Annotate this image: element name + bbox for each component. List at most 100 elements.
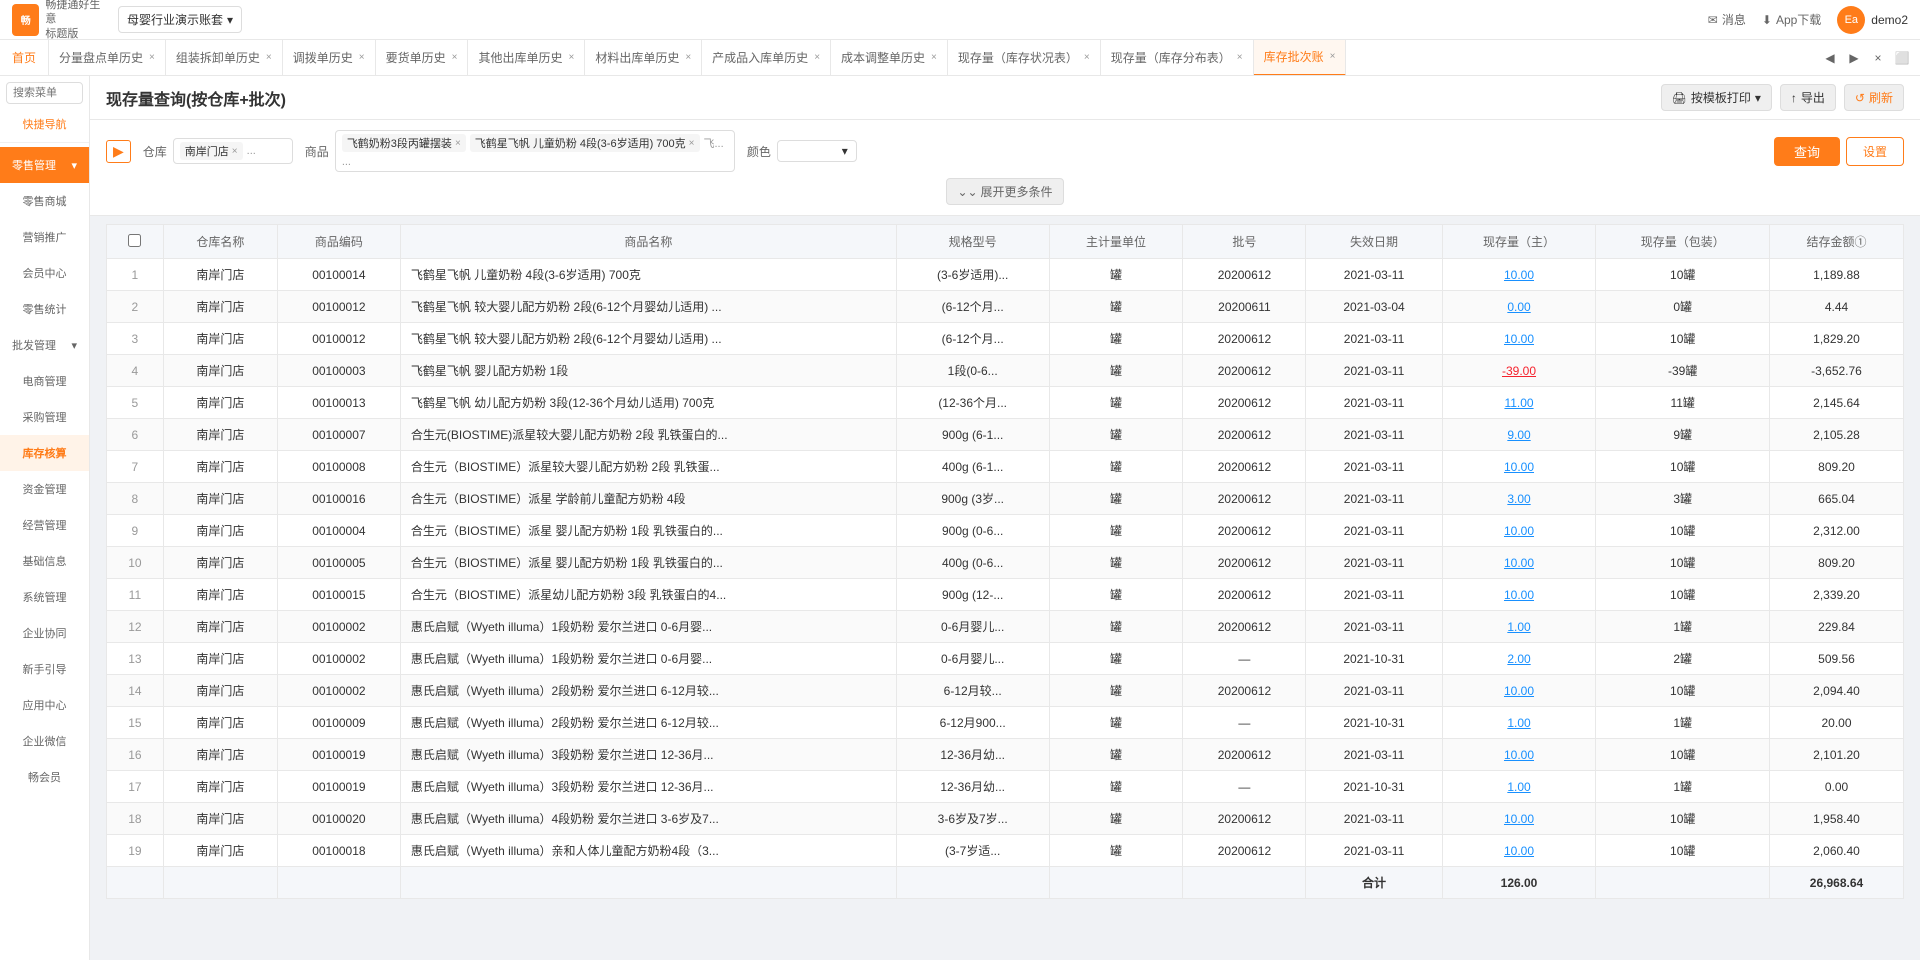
expand-icon: ⌄⌄ <box>957 185 977 199</box>
tab-close-icon[interactable]: × <box>452 52 458 63</box>
product-tag-1: 飞鹤奶粉3段丙罐摆装 × <box>342 134 466 152</box>
table-row: 17 南岸门店 00100019 惠氏启赋（Wyeth illuma）3段奶粉 … <box>107 771 1904 803</box>
col-amount: 结存金额① <box>1770 225 1904 259</box>
tab-fullscreen-button[interactable]: ⬜ <box>1892 48 1912 68</box>
page-actions: 🖨 按模板打印 ▾ ↑ 导出 ↺ 刷新 <box>1661 84 1904 111</box>
product-tag-container[interactable]: 飞鹤奶粉3段丙罐摆装 × 飞鹤星飞帆 儿童奶粉 4段(3-6岁适用) 700克 … <box>335 130 735 172</box>
table-row: 13 南岸门店 00100002 惠氏启赋（Wyeth illuma）1段奶粉 … <box>107 643 1904 675</box>
tab-zu-chai[interactable]: 组装拆卸单历史 × <box>166 40 283 76</box>
top-bar: 畅 畅捷通好生意 标题版 母婴行业演示账套 ▾ ✉ 消息 ⬇ App下载 Ea … <box>0 0 1920 40</box>
tab-ku-cun-pi[interactable]: 库存批次账 × <box>1254 40 1347 76</box>
sidebar-item-inventory[interactable]: 库存核算 <box>0 435 89 471</box>
sidebar-item-retail-shop[interactable]: 零售商城 <box>0 183 89 219</box>
tab-close-icon[interactable]: × <box>359 52 365 63</box>
tab-close-all-button[interactable]: × <box>1868 48 1888 68</box>
tab-close-icon[interactable]: × <box>1237 52 1243 63</box>
sidebar-item-retail-stat[interactable]: 零售统计 <box>0 291 89 327</box>
tab-home[interactable]: 首页 <box>0 40 49 76</box>
col-unit: 主计量单位 <box>1049 225 1183 259</box>
tab-fen-pan[interactable]: 分量盘点单历史 × <box>49 40 166 76</box>
app-download-button[interactable]: ⬇ App下载 <box>1762 11 1821 28</box>
sidebar-item-corp-wechat[interactable]: 企业微信 <box>0 723 89 759</box>
chevron-down-icon: ▾ <box>842 144 848 158</box>
col-expire: 失效日期 <box>1306 225 1442 259</box>
sidebar-item-member[interactable]: 会员中心 <box>0 255 89 291</box>
warehouse-tag-container[interactable]: 南岸门店 × ... <box>173 138 293 164</box>
search-input[interactable] <box>6 82 83 104</box>
chevron-icon: ▾ <box>71 159 77 172</box>
sidebar-item-new-guide[interactable]: 新手引导 <box>0 651 89 687</box>
sidebar-item-corp[interactable]: 企业协同 <box>0 615 89 651</box>
sidebar-quick-nav[interactable]: 快捷导航 <box>0 110 89 138</box>
table-row: 19 南岸门店 00100018 惠氏启赋（Wyeth illuma）亲和人体儿… <box>107 835 1904 867</box>
workspace-selector[interactable]: 母婴行业演示账套 ▾ <box>118 6 242 33</box>
sidebar-item-wholesale[interactable]: 批发管理 ▾ <box>0 327 89 363</box>
expand-more-conditions-button[interactable]: ⌄⌄ 展开更多条件 <box>946 178 1063 205</box>
tab-close-icon[interactable]: × <box>568 52 574 63</box>
avatar: Ea <box>1837 6 1865 34</box>
page-header: 现存量查询(按仓库+批次) 🖨 按模板打印 ▾ ↑ 导出 ↺ 刷新 <box>90 76 1920 120</box>
settings-button[interactable]: 设置 <box>1846 137 1904 166</box>
tab-chan-pin-ru[interactable]: 产成品入库单历史 × <box>702 40 831 76</box>
tab-yao-huo[interactable]: 要货单历史 × <box>376 40 469 76</box>
main-layout: 快捷导航 零售管理 ▾ 零售商城 营销推广 会员中心 零售统计 批发管理 ▾ 电… <box>0 76 1920 960</box>
tab-cheng-ben[interactable]: 成本调整单历史 × <box>831 40 948 76</box>
tab-close-icon[interactable]: × <box>685 52 691 63</box>
tab-close-icon[interactable]: × <box>266 52 272 63</box>
table-row: 10 南岸门店 00100005 合生元（BIOSTIME）派星 婴儿配方奶粉 … <box>107 547 1904 579</box>
tab-next-button[interactable]: ▶ <box>1844 48 1864 68</box>
tab-navigation: ◀ ▶ × ⬜ <box>1812 48 1920 68</box>
tag-remove-icon[interactable]: × <box>232 146 238 157</box>
sidebar-item-ecommerce[interactable]: 电商管理 <box>0 363 89 399</box>
tab-prev-button[interactable]: ◀ <box>1820 48 1840 68</box>
tab-xian-cun-fen[interactable]: 现存量（库存分布表） × <box>1101 40 1254 76</box>
sidebar-item-system[interactable]: 系统管理 <box>0 579 89 615</box>
user-area[interactable]: Ea demo2 <box>1837 6 1908 34</box>
tag-remove-icon[interactable]: × <box>689 138 695 149</box>
tab-tiao-bo[interactable]: 调拨单历史 × <box>283 40 376 76</box>
product-more-indicator: 飞... <box>704 135 724 151</box>
sidebar-item-app-center[interactable]: 应用中心 <box>0 687 89 723</box>
template-print-button[interactable]: 🖨 按模板打印 ▾ <box>1661 84 1772 111</box>
table-row: 6 南岸门店 00100007 合生元(BIOSTIME)派星较大婴儿配方奶粉 … <box>107 419 1904 451</box>
sidebar-item-purchase[interactable]: 采购管理 <box>0 399 89 435</box>
print-icon: 🖨 <box>1672 91 1687 105</box>
query-button[interactable]: 查询 <box>1774 137 1840 166</box>
tab-close-icon[interactable]: × <box>1084 52 1090 63</box>
message-button[interactable]: ✉ 消息 <box>1708 11 1746 28</box>
tab-cai-liao[interactable]: 材料出库单历史 × <box>585 40 702 76</box>
color-select[interactable]: ▾ <box>777 140 857 162</box>
content-area: 现存量查询(按仓库+批次) 🖨 按模板打印 ▾ ↑ 导出 ↺ 刷新 <box>90 76 1920 960</box>
table-row: 11 南岸门店 00100015 合生元（BIOSTIME）派星幼儿配方奶粉 3… <box>107 579 1904 611</box>
action-buttons: 查询 设置 <box>1774 137 1904 166</box>
logo-area: 畅 畅捷通好生意 标题版 <box>12 0 102 41</box>
refresh-button[interactable]: ↺ 刷新 <box>1844 84 1904 111</box>
select-all-checkbox[interactable] <box>128 234 141 247</box>
tab-close-icon[interactable]: × <box>1330 51 1336 62</box>
filter-row: ▶ 仓库 南岸门店 × ... 商品 <box>106 130 1904 172</box>
warehouse-tag-nanan: 南岸门店 × <box>180 142 243 160</box>
sidebar-divider <box>0 142 89 143</box>
tab-close-icon[interactable]: × <box>814 52 820 63</box>
tab-xian-cun-zhuang[interactable]: 现存量（库存状况表） × <box>948 40 1101 76</box>
tab-qi-ta-chu[interactable]: 其他出库单历史 × <box>468 40 585 76</box>
col-batch: 批号 <box>1183 225 1306 259</box>
tag-remove-icon[interactable]: × <box>455 138 461 149</box>
sidebar-item-retail-mgmt[interactable]: 零售管理 ▾ <box>0 147 89 183</box>
table-row: 3 南岸门店 00100012 飞鹤星飞帆 较大婴儿配方奶粉 2段(6-12个月… <box>107 323 1904 355</box>
sidebar-item-finance[interactable]: 资金管理 <box>0 471 89 507</box>
export-button[interactable]: ↑ 导出 <box>1780 84 1836 111</box>
col-stock-main: 现存量（主） <box>1442 225 1596 259</box>
table-row: 2 南岸门店 00100012 飞鹤星飞帆 较大婴儿配方奶粉 2段(6-12个月… <box>107 291 1904 323</box>
tab-close-icon[interactable]: × <box>931 52 937 63</box>
tab-close-icon[interactable]: × <box>149 52 155 63</box>
table-row: 1 南岸门店 00100014 飞鹤星飞帆 儿童奶粉 4段(3-6岁适用) 70… <box>107 259 1904 291</box>
sidebar-item-member2[interactable]: 畅会员 <box>0 759 89 795</box>
sidebar-item-operation[interactable]: 经营管理 <box>0 507 89 543</box>
sidebar-item-marketing[interactable]: 营销推广 <box>0 219 89 255</box>
filter-expand-button[interactable]: ▶ <box>106 140 131 163</box>
filter-color: 颜色 ▾ <box>747 140 857 162</box>
product-tag-2: 飞鹤星飞帆 儿童奶粉 4段(3-6岁适用) 700克 × <box>470 134 700 152</box>
table-row: 15 南岸门店 00100009 惠氏启赋（Wyeth illuma）2段奶粉 … <box>107 707 1904 739</box>
sidebar-item-basic[interactable]: 基础信息 <box>0 543 89 579</box>
